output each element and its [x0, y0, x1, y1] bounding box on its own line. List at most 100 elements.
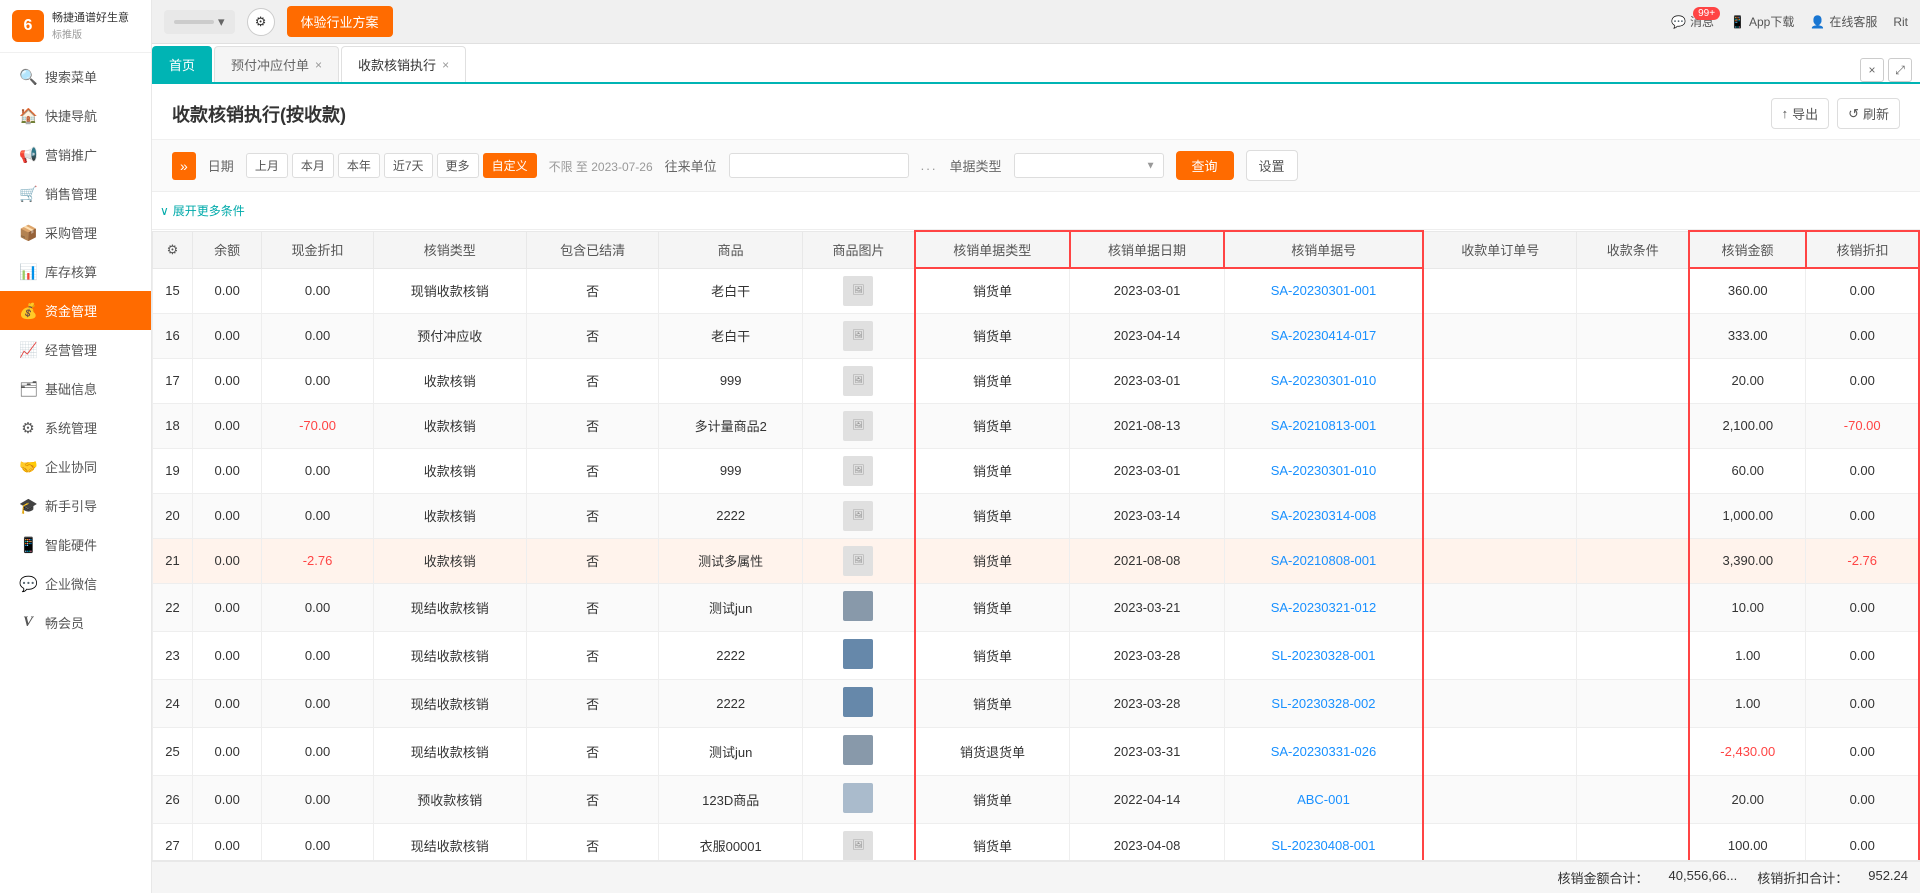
- cell-cancel-voucher-type: 销货单: [915, 631, 1070, 679]
- user-profile-button[interactable]: Rit: [1893, 15, 1908, 29]
- gear-icon: ⚙: [255, 14, 267, 30]
- cell-cancel-voucher-date: 2023-03-01: [1070, 358, 1225, 403]
- col-receipt-condition: 收款条件: [1577, 231, 1689, 268]
- query-button[interactable]: 查询: [1176, 151, 1234, 180]
- expand-more-conditions-button[interactable]: ∨ 展开更多条件: [152, 198, 253, 223]
- sidebar-item-inventory[interactable]: 📊 库存核算: [0, 252, 151, 291]
- sidebar-item-operations[interactable]: 📈 经营管理: [0, 330, 151, 369]
- cell-cancel-voucher-no[interactable]: SA-20230414-017: [1224, 313, 1422, 358]
- cell-include-settled: 否: [526, 583, 658, 631]
- online-service-button[interactable]: 👤 在线客服: [1810, 13, 1877, 30]
- voucher-no-link[interactable]: SA-20230314-008: [1271, 508, 1377, 523]
- app-label: App下载: [1749, 13, 1794, 30]
- voucher-no-link[interactable]: SA-20210813-001: [1271, 418, 1377, 433]
- tabs-actions: × ⤢: [1860, 58, 1920, 82]
- sidebar-item-wechat[interactable]: 💬 企业微信: [0, 564, 151, 603]
- voucher-no-link[interactable]: SA-20230301-001: [1271, 283, 1377, 298]
- tab-maximize-button[interactable]: ⤢: [1888, 58, 1912, 82]
- voucher-no-link[interactable]: SL-20230328-002: [1271, 696, 1375, 711]
- sidebar-item-purchase[interactable]: 📦 采购管理: [0, 213, 151, 252]
- tab-receipt[interactable]: 收款核销执行 ×: [341, 46, 466, 82]
- col-settings[interactable]: ⚙: [153, 231, 193, 268]
- cell-cancel-voucher-no[interactable]: SA-20230301-010: [1224, 448, 1422, 493]
- date-btn-this-month[interactable]: 本月: [292, 153, 334, 178]
- app-download-button[interactable]: 📱 App下载: [1730, 13, 1794, 30]
- cell-cash-discount: 0.00: [262, 823, 373, 860]
- cell-cancel-type: 预收款核销: [373, 775, 526, 823]
- voucher-type-label: 单据类型: [950, 156, 1002, 175]
- sidebar-item-enterprise[interactable]: 🤝 企业协同: [0, 447, 151, 486]
- voucher-no-link[interactable]: SA-20230414-017: [1271, 328, 1377, 343]
- cell-cancel-voucher-no[interactable]: SA-20230321-012: [1224, 583, 1422, 631]
- cell-cancel-voucher-no[interactable]: SA-20230314-008: [1224, 493, 1422, 538]
- cell-balance: 0.00: [193, 403, 262, 448]
- cell-cancel-voucher-no[interactable]: SL-20230408-001: [1224, 823, 1422, 860]
- sidebar-item-hardware[interactable]: 📱 智能硬件: [0, 525, 151, 564]
- sidebar-item-basic[interactable]: 🗂 基础信息: [0, 369, 151, 408]
- voucher-no-link[interactable]: SA-20230321-012: [1271, 600, 1377, 615]
- cell-cancel-voucher-no[interactable]: SA-20230301-001: [1224, 268, 1422, 313]
- table-row: 18 0.00 -70.00 收款核销 否 多计量商品2 🖼 销货单 2021-…: [153, 403, 1920, 448]
- cell-include-settled: 否: [526, 268, 658, 313]
- voucher-no-link[interactable]: SA-20230301-010: [1271, 373, 1377, 388]
- cell-cancel-voucher-no[interactable]: SL-20230328-002: [1224, 679, 1422, 727]
- date-btn-more[interactable]: 更多: [437, 153, 479, 178]
- message-button[interactable]: 💬 消息 99+: [1671, 13, 1714, 30]
- trial-industry-button[interactable]: 体验行业方案: [287, 6, 393, 37]
- cell-cancel-voucher-type: 销货单: [915, 775, 1070, 823]
- sidebar-item-guide[interactable]: 🎓 新手引导: [0, 486, 151, 525]
- voucher-no-link[interactable]: SL-20230408-001: [1271, 838, 1375, 853]
- app-container: 6 畅捷通谱好生意 标推版 🔍 搜索菜单 🏠 快捷导航 📢 营销推广 🛒 销售管…: [0, 0, 1920, 893]
- cell-cancel-voucher-no[interactable]: SA-20210813-001: [1224, 403, 1422, 448]
- cell-product: 测试多属性: [659, 538, 803, 583]
- refresh-icon: ↺: [1848, 106, 1859, 122]
- cell-include-settled: 否: [526, 631, 658, 679]
- sidebar-item-member[interactable]: V 畅会员: [0, 603, 151, 642]
- sidebar-item-quicknav[interactable]: 🏠 快捷导航: [0, 96, 151, 135]
- cell-product: 999: [659, 358, 803, 403]
- date-btn-last-month[interactable]: 上月: [246, 153, 288, 178]
- cell-cancel-voucher-no[interactable]: SA-20210808-001: [1224, 538, 1422, 583]
- sidebar-item-label: 畅会员: [45, 613, 84, 632]
- sidebar-item-finance[interactable]: 💰 资金管理: [0, 291, 151, 330]
- cell-cancel-voucher-no[interactable]: SL-20230328-001: [1224, 631, 1422, 679]
- sidebar-item-marketing[interactable]: 📢 营销推广: [0, 135, 151, 174]
- tab-receipt-close[interactable]: ×: [442, 58, 449, 72]
- operations-icon: 📈: [19, 341, 37, 359]
- voucher-no-link[interactable]: SL-20230328-001: [1271, 648, 1375, 663]
- sidebar-item-search[interactable]: 🔍 搜索菜单: [0, 57, 151, 96]
- tab-home[interactable]: 首页: [152, 46, 212, 82]
- tab-prepay-close[interactable]: ×: [315, 58, 322, 72]
- cell-cancel-voucher-no[interactable]: SA-20230331-026: [1224, 727, 1422, 775]
- cell-product: 2222: [659, 679, 803, 727]
- voucher-no-link[interactable]: SA-20210808-001: [1271, 553, 1377, 568]
- settings-button[interactable]: ⚙: [247, 8, 275, 36]
- voucher-no-link[interactable]: SA-20230331-026: [1271, 744, 1377, 759]
- date-btn-7days[interactable]: 近7天: [384, 153, 433, 178]
- cell-receipt-condition: [1577, 268, 1689, 313]
- export-button[interactable]: ↑ 导出: [1771, 98, 1830, 129]
- sidebar-item-sales[interactable]: 🛒 销售管理: [0, 174, 151, 213]
- voucher-no-link[interactable]: ABC-001: [1297, 792, 1350, 807]
- tab-prepay[interactable]: 预付冲应付单 ×: [214, 46, 339, 82]
- collapse-filter-button[interactable]: »: [172, 152, 196, 180]
- table-container[interactable]: ⚙ 余额 现金折扣 核销类型 包含已结清 商品 商品图片 核销单据类型 核销单据…: [152, 230, 1920, 860]
- date-btn-custom[interactable]: 自定义: [483, 153, 537, 178]
- voucher-no-link[interactable]: SA-20230301-010: [1271, 463, 1377, 478]
- tab-close-all-button[interactable]: ×: [1860, 58, 1884, 82]
- counterpart-input[interactable]: [729, 153, 909, 178]
- settings-filter-button[interactable]: 设置: [1246, 150, 1298, 181]
- sidebar-item-system[interactable]: ⚙ 系统管理: [0, 408, 151, 447]
- cell-cancel-amount: 100.00: [1689, 823, 1806, 860]
- company-name: [174, 20, 214, 24]
- cell-cancel-voucher-no[interactable]: SA-20230301-010: [1224, 358, 1422, 403]
- company-selector[interactable]: ▾: [164, 10, 235, 34]
- refresh-button[interactable]: ↺ 刷新: [1837, 98, 1900, 129]
- message-badge: 99+: [1693, 7, 1720, 20]
- date-btn-this-year[interactable]: 本年: [338, 153, 380, 178]
- system-icon: ⚙: [19, 419, 37, 437]
- cell-cancel-discount: 0.00: [1806, 493, 1919, 538]
- column-settings-icon[interactable]: ⚙: [167, 242, 179, 257]
- cell-cancel-voucher-no[interactable]: ABC-001: [1224, 775, 1422, 823]
- voucher-type-select[interactable]: [1014, 153, 1164, 178]
